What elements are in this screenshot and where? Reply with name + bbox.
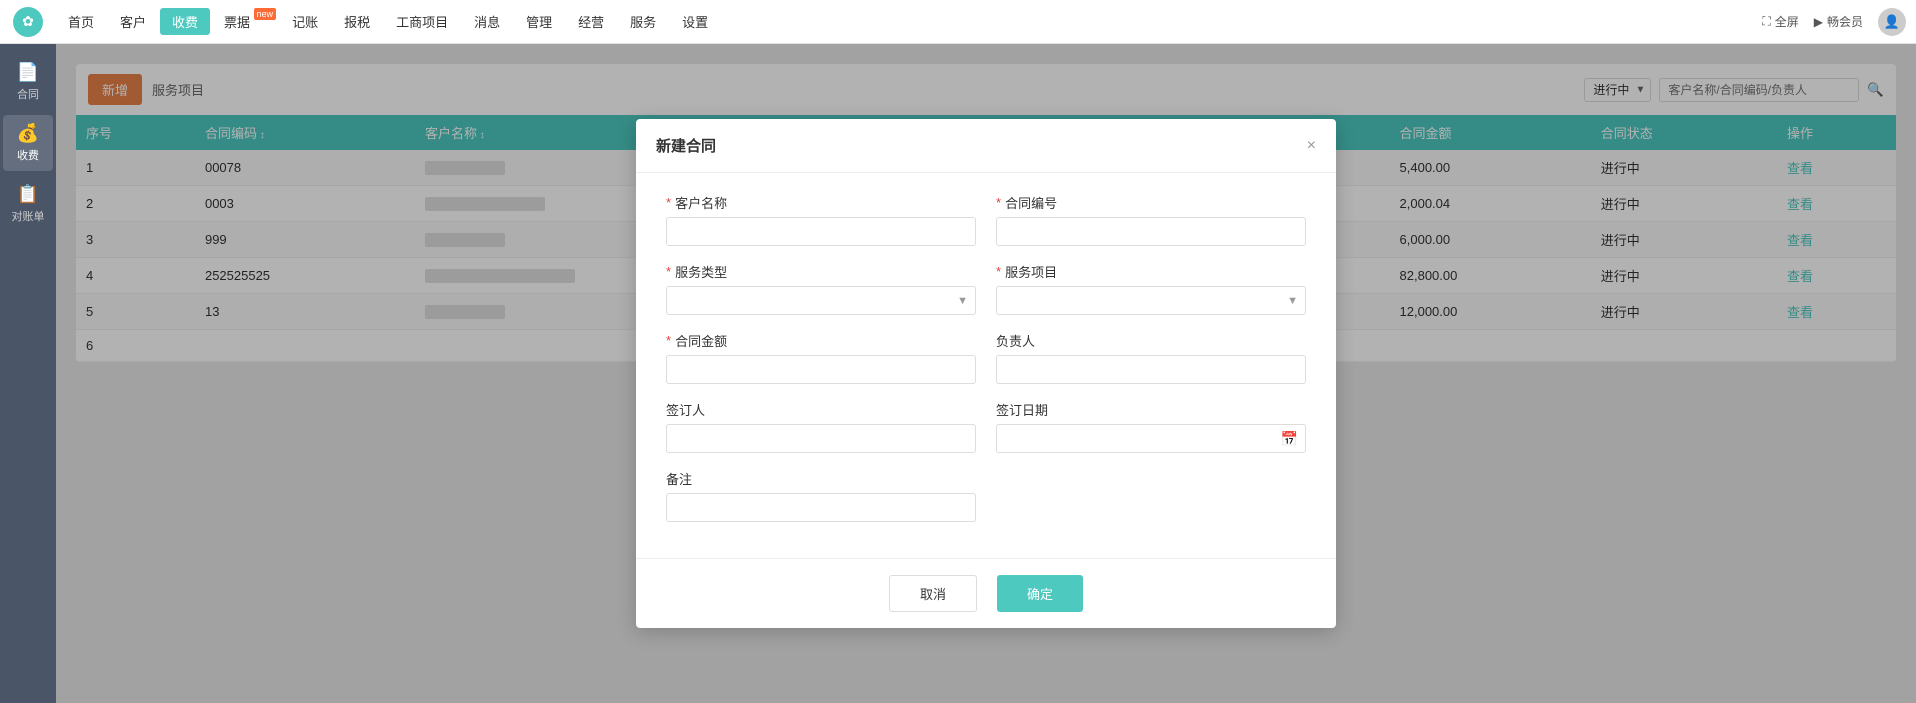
nav-message[interactable]: 消息: [462, 8, 512, 35]
modal-body: * 客户名称 * 合同编号: [636, 173, 1336, 558]
service-item-label: * 服务项目: [996, 262, 1306, 281]
signer-label: 签订人: [666, 400, 976, 419]
service-item-select[interactable]: [996, 286, 1306, 315]
modal-footer: 取消 确定: [636, 558, 1336, 628]
sidebar-item-statement[interactable]: 📋 对账单: [3, 176, 53, 232]
content-area: 新增 服务项目 进行中 已完成 已终止 ▼ 🔍: [56, 44, 1916, 703]
form-group-contract-no: * 合同编号: [996, 193, 1306, 246]
customer-name-input[interactable]: [666, 217, 976, 246]
nav-business[interactable]: 工商项目: [384, 8, 460, 35]
form-row-4: 签订人 签订日期 2023-06-06 📅: [666, 400, 1306, 453]
nav-right: ⛶ 全屏 ▶ 畅会员 👤: [1762, 8, 1906, 36]
service-type-label: * 服务类型: [666, 262, 976, 281]
form-group-service-item: * 服务项目 ▼: [996, 262, 1306, 315]
top-navigation: ✿ 首页 客户 收费 票据 new 记账 报税 工商项目 消息 管理 经营 服务…: [0, 0, 1916, 44]
modal-title: 新建合同: [656, 135, 716, 156]
form-group-service-type: * 服务类型 ▼: [666, 262, 976, 315]
fullscreen-icon: ⛶: [1762, 14, 1770, 29]
nav-manage[interactable]: 管理: [514, 8, 564, 35]
form-group-customer: * 客户名称: [666, 193, 976, 246]
form-group-responsible: 负责人: [996, 331, 1306, 384]
sign-date-label: 签订日期: [996, 400, 1306, 419]
contract-icon: 📄: [17, 62, 39, 83]
nav-tax[interactable]: 报税: [332, 8, 382, 35]
nav-accounting[interactable]: 记账: [280, 8, 330, 35]
form-row-3: * 合同金额 0.00 负责人: [666, 331, 1306, 384]
fullscreen-button[interactable]: ⛶ 全屏: [1762, 13, 1798, 30]
main-layout: 📄 合同 💰 收费 📋 对账单 新增 服务项目 进行中 已完成: [0, 44, 1916, 703]
sign-date-wrap: 2023-06-06 📅: [996, 424, 1306, 453]
nav-customer[interactable]: 客户: [108, 8, 158, 35]
form-group-placeholder: [996, 469, 1306, 522]
confirm-button[interactable]: 确定: [997, 575, 1083, 612]
nav-home[interactable]: 首页: [56, 8, 106, 35]
notes-label: 备注: [666, 469, 976, 488]
logo-circle: ✿: [13, 7, 43, 37]
form-group-notes: 备注: [666, 469, 976, 522]
sidebar-item-contract[interactable]: 📄 合同: [3, 54, 53, 110]
fee-icon: 💰: [17, 123, 39, 144]
form-group-signer: 签订人: [666, 400, 976, 453]
signer-input[interactable]: [666, 424, 976, 453]
service-item-select-wrap: ▼: [996, 286, 1306, 315]
cancel-button[interactable]: 取消: [889, 575, 977, 612]
form-group-sign-date: 签订日期 2023-06-06 📅: [996, 400, 1306, 453]
sidebar: 📄 合同 💰 收费 📋 对账单: [0, 44, 56, 703]
customer-label: * 客户名称: [666, 193, 976, 212]
form-row-1: * 客户名称 * 合同编号: [666, 193, 1306, 246]
modal-close-button[interactable]: ×: [1307, 137, 1316, 155]
service-type-select-wrap: ▼: [666, 286, 976, 315]
nav-ticket[interactable]: 票据 new: [212, 8, 278, 35]
amount-label: * 合同金额: [666, 331, 976, 350]
form-group-amount: * 合同金额 0.00: [666, 331, 976, 384]
avatar[interactable]: 👤: [1878, 8, 1906, 36]
notes-input[interactable]: [666, 493, 976, 522]
play-icon: ▶: [1814, 15, 1823, 29]
form-row-5: 备注: [666, 469, 1306, 522]
nav-items: 首页 客户 收费 票据 new 记账 报税 工商项目 消息 管理 经营 服务 设…: [56, 8, 1762, 35]
service-type-select[interactable]: [666, 286, 976, 315]
contract-no-label: * 合同编号: [996, 193, 1306, 212]
contract-amount-input[interactable]: 0.00: [666, 355, 976, 384]
sidebar-item-fee[interactable]: 💰 收费: [3, 115, 53, 171]
modal-header: 新建合同 ×: [636, 119, 1336, 173]
member-button[interactable]: ▶ 畅会员: [1814, 13, 1863, 30]
modal-overlay: 新建合同 × * 客户名称: [56, 44, 1916, 703]
contract-no-input[interactable]: [996, 217, 1306, 246]
sign-date-input[interactable]: 2023-06-06: [996, 424, 1306, 453]
nav-settings[interactable]: 设置: [670, 8, 720, 35]
nav-service[interactable]: 服务: [618, 8, 668, 35]
form-row-2: * 服务类型 ▼ *: [666, 262, 1306, 315]
nav-operation[interactable]: 经营: [566, 8, 616, 35]
responsible-label: 负责人: [996, 331, 1306, 350]
logo: ✿: [10, 4, 46, 40]
nav-fee[interactable]: 收费: [160, 8, 210, 35]
modal-dialog: 新建合同 × * 客户名称: [636, 119, 1336, 628]
new-badge: new: [254, 8, 277, 20]
responsible-input[interactable]: [996, 355, 1306, 384]
statement-icon: 📋: [17, 184, 39, 205]
